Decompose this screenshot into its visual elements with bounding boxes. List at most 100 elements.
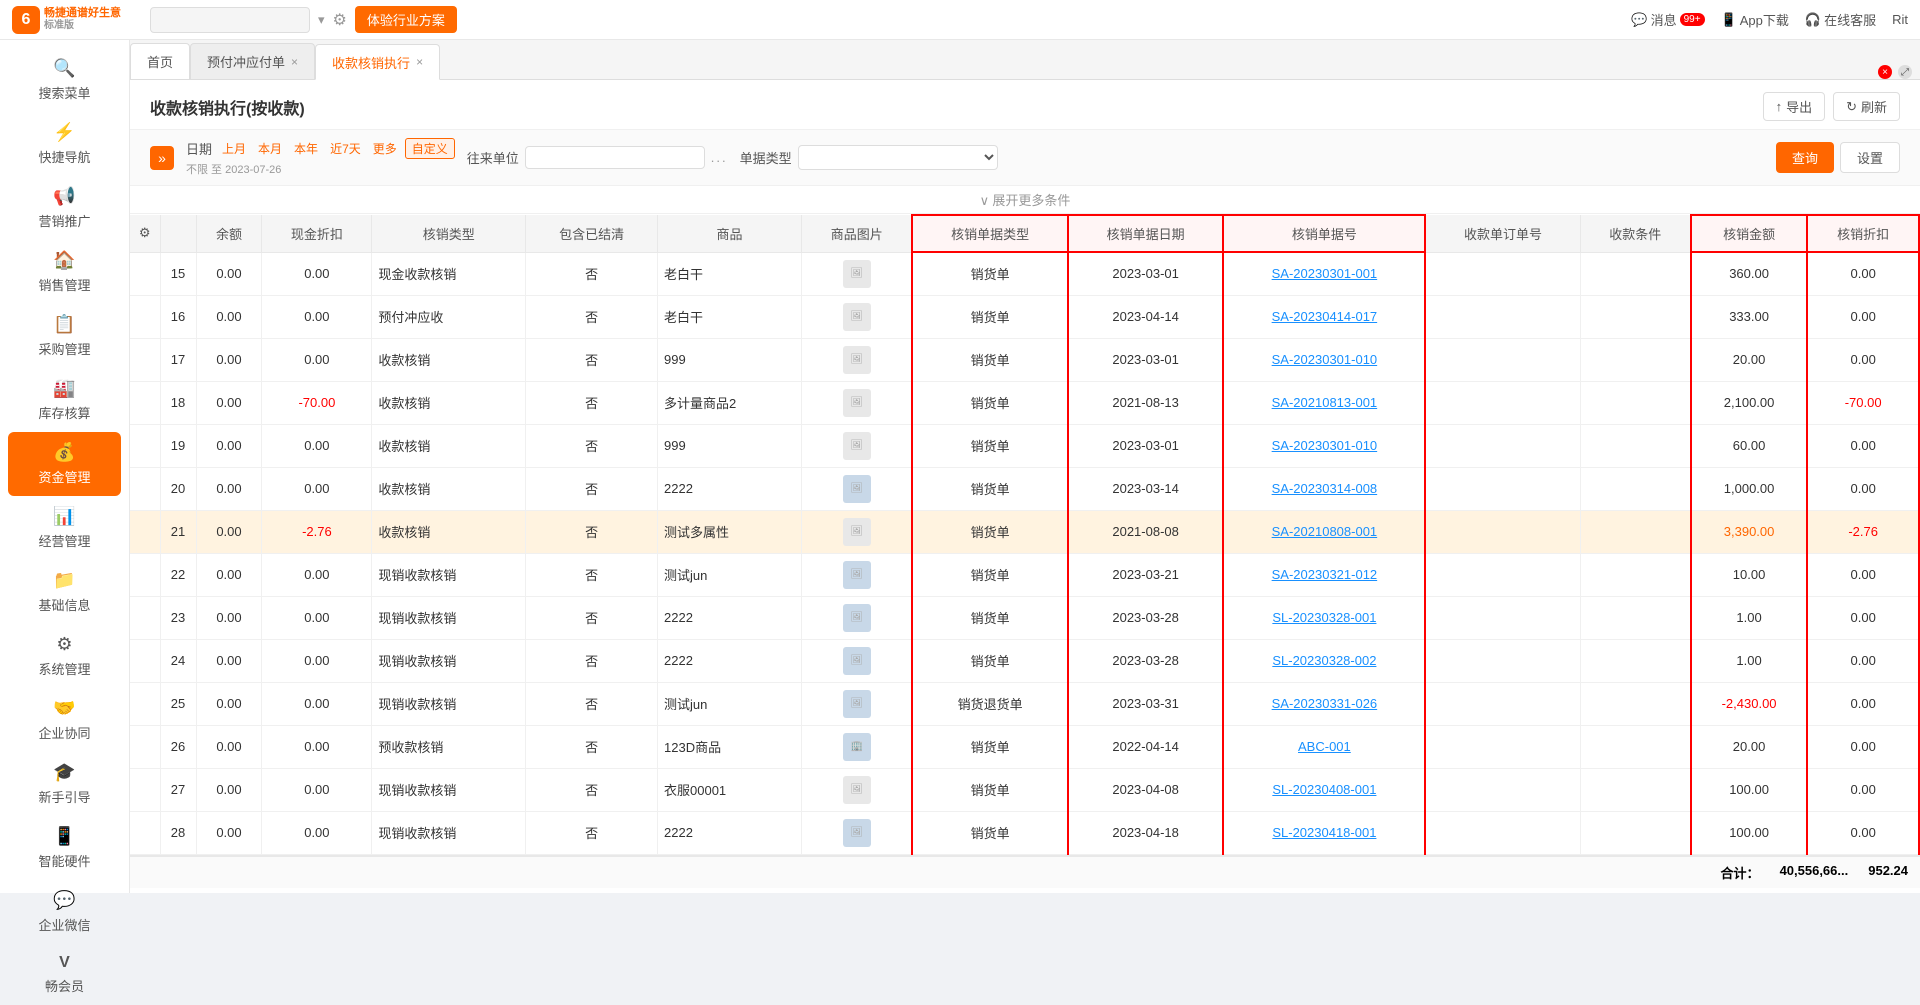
cell-receipt-cond [1580,424,1691,467]
filter-bill-type-select[interactable] [798,145,998,170]
settings-btn[interactable]: 设置 [1840,142,1900,173]
tab-advance[interactable]: 预付冲应付单 × [190,43,315,79]
filter-7days[interactable]: 近7天 [326,138,365,159]
sidebar-item-ops[interactable]: 📊 经营管理 [0,496,129,560]
table-row[interactable]: 16 0.00 0.00 预付冲应收 否 老白干 🖼 销货单 2023-04-1… [130,295,1919,338]
sidebar-item-guide[interactable]: 🎓 新手引导 [0,752,129,816]
cell-bill-type: 销货单 [912,639,1068,682]
cell-cash-discount: -70.00 [262,381,372,424]
query-btn[interactable]: 查询 [1776,142,1834,173]
cell-bill-no[interactable]: SA-20210813-001 [1223,381,1425,424]
cell-verify-amount: 100.00 [1691,768,1808,811]
dropdown-icon[interactable]: ▾ [318,12,325,28]
filter-date-options: 上月 本月 本年 近7天 更多 自定义 [218,138,455,159]
filter-more[interactable]: 更多 [369,138,401,159]
hardware-icon: 📱 [53,826,75,847]
win-max-btn[interactable]: ⤢ [1898,65,1912,79]
export-btn[interactable]: ↑ 导出 [1763,92,1826,121]
filter-custom[interactable]: 自定义 [405,138,455,159]
cell-goods: 老白干 [658,295,802,338]
industry-btn[interactable]: 体验行业方案 [355,6,457,33]
tab-receipt[interactable]: 收款核销执行 × [315,44,440,80]
cell-bill-no[interactable]: SA-20230314-008 [1223,467,1425,510]
cell-bill-no[interactable]: SL-20230328-002 [1223,639,1425,682]
table-row[interactable]: 27 0.00 0.00 现销收款核销 否 衣服00001 🖼 销货单 2023… [130,768,1919,811]
goods-image: 🖼 [843,432,871,460]
sidebar-item-hardware[interactable]: 📱 智能硬件 [0,816,129,880]
cell-verify-type: 收款核销 [372,424,526,467]
table-row[interactable]: 19 0.00 0.00 收款核销 否 999 🖼 销货单 2023-03-01… [130,424,1919,467]
top-search-input[interactable] [150,7,310,33]
cell-verify-type: 现销收款核销 [372,682,526,725]
expand-more-btn[interactable]: ∨ 展开更多条件 [980,190,1071,209]
filter-expand-icon-btn[interactable]: » [150,146,174,170]
sidebar-item-quick-nav[interactable]: ⚡ 快捷导航 [0,112,129,176]
online-service-btn[interactable]: 🎧 在线客服 [1805,10,1876,29]
cell-verify-amount: 3,390.00 [1691,510,1808,553]
cell-verify-discount: 0.00 [1807,467,1919,510]
tab-receipt-close[interactable]: × [416,55,423,69]
cell-include-settled: 否 [526,295,658,338]
content-area: 首页 预付冲应付单 × 收款核销执行 × × ⤢ 收款核销执行(按收款) [130,40,1920,893]
sidebar-item-corp[interactable]: 🤝 企业协同 [0,688,129,752]
refresh-btn[interactable]: ↻ 刷新 [1833,92,1900,121]
table-row[interactable]: 20 0.00 0.00 收款核销 否 2222 🖼 销货单 2023-03-1… [130,467,1919,510]
table-row[interactable]: 15 0.00 0.00 现金收款核销 否 老白干 🖼 销货单 2023-03-… [130,252,1919,295]
cell-balance: 0.00 [196,338,262,381]
cell-bill-no[interactable]: SA-20230414-017 [1223,295,1425,338]
user-profile[interactable]: Rit [1892,12,1908,27]
sidebar-label-corp: 企业协同 [38,723,90,742]
cell-bill-no[interactable]: SA-20230331-026 [1223,682,1425,725]
app-download-btn[interactable]: 📱 App下载 [1721,10,1789,29]
sidebar-item-base[interactable]: 📁 基础信息 [0,560,129,624]
cell-bill-no[interactable]: SA-20230301-001 [1223,252,1425,295]
col-cash-discount: 现金折扣 [262,215,372,252]
sidebar-item-system[interactable]: ⚙ 系统管理 [0,624,129,688]
cell-bill-no[interactable]: SA-20230301-010 [1223,338,1425,381]
table-row[interactable]: 26 0.00 0.00 预收款核销 否 123D商品 🏢 销货单 2022-0… [130,725,1919,768]
sidebar-item-marketing[interactable]: 📢 营销推广 [0,176,129,240]
cell-bill-no[interactable]: ABC-001 [1223,725,1425,768]
filter-last-month[interactable]: 上月 [218,138,250,159]
win-close-btn[interactable]: × [1878,65,1892,79]
sidebar-item-search[interactable]: 🔍 搜索菜单 [0,48,129,112]
sidebar-item-sales[interactable]: 🏠 销售管理 [0,240,129,304]
cell-bill-date: 2023-03-01 [1068,338,1224,381]
cell-cash-discount: 0.00 [262,553,372,596]
sidebar-item-inventory[interactable]: 🏭 库存核算 [0,368,129,432]
tab-home[interactable]: 首页 [130,43,190,79]
table-container[interactable]: ⚙ 余额 现金折扣 核销类型 包含已结清 商品 商品图片 核销单据类型 核销单据… [130,214,1920,893]
cell-bill-no[interactable]: SL-20230418-001 [1223,811,1425,854]
sidebar-item-member[interactable]: V 畅会员 [0,944,129,1005]
filter-this-month[interactable]: 本月 [254,138,286,159]
table-row[interactable]: 18 0.00 -70.00 收款核销 否 多计量商品2 🖼 销货单 2021-… [130,381,1919,424]
table-row[interactable]: 17 0.00 0.00 收款核销 否 999 🖼 销货单 2023-03-01… [130,338,1919,381]
cell-bill-no[interactable]: SL-20230408-001 [1223,768,1425,811]
col-verify-type: 核销类型 [372,215,526,252]
cell-bill-no[interactable]: SA-20210808-001 [1223,510,1425,553]
search-icon: 🔍 [53,58,75,79]
filter-partner-input[interactable] [525,146,705,169]
cell-bill-no[interactable]: SL-20230328-001 [1223,596,1425,639]
gear-icon[interactable]: ⚙ [333,10,347,30]
tab-advance-close[interactable]: × [291,55,298,69]
goods-image: 🖼 [843,518,871,546]
cell-verify-type: 现销收款核销 [372,639,526,682]
sidebar-item-purchase[interactable]: 📋 采购管理 [0,304,129,368]
sidebar-item-finance[interactable]: 💰 资金管理 [8,432,121,496]
table-row[interactable]: 23 0.00 0.00 现销收款核销 否 2222 🖼 销货单 2023-03… [130,596,1919,639]
filter-this-year[interactable]: 本年 [290,138,322,159]
messages-btn[interactable]: 💬 消息 99+ [1631,10,1704,29]
cell-receipt-cond [1580,553,1691,596]
table-row[interactable]: 21 0.00 -2.76 收款核销 否 测试多属性 🖼 销货单 2021-08… [130,510,1919,553]
col-settings[interactable]: ⚙ [130,215,160,252]
table-row[interactable]: 22 0.00 0.00 现销收款核销 否 测试jun 🖼 销货单 2023-0… [130,553,1919,596]
cell-bill-date: 2023-03-01 [1068,252,1224,295]
cell-bill-no[interactable]: SA-20230321-012 [1223,553,1425,596]
table-row[interactable]: 28 0.00 0.00 现销收款核销 否 2222 🖼 销货单 2023-04… [130,811,1919,854]
sidebar-label-search: 搜索菜单 [38,83,90,102]
table-row[interactable]: 24 0.00 0.00 现销收款核销 否 2222 🖼 销货单 2023-03… [130,639,1919,682]
sidebar-item-wechat[interactable]: 💬 企业微信 [0,880,129,944]
table-row[interactable]: 25 0.00 0.00 现销收款核销 否 测试jun 🖼 销货退货单 2023… [130,682,1919,725]
cell-bill-no[interactable]: SA-20230301-010 [1223,424,1425,467]
